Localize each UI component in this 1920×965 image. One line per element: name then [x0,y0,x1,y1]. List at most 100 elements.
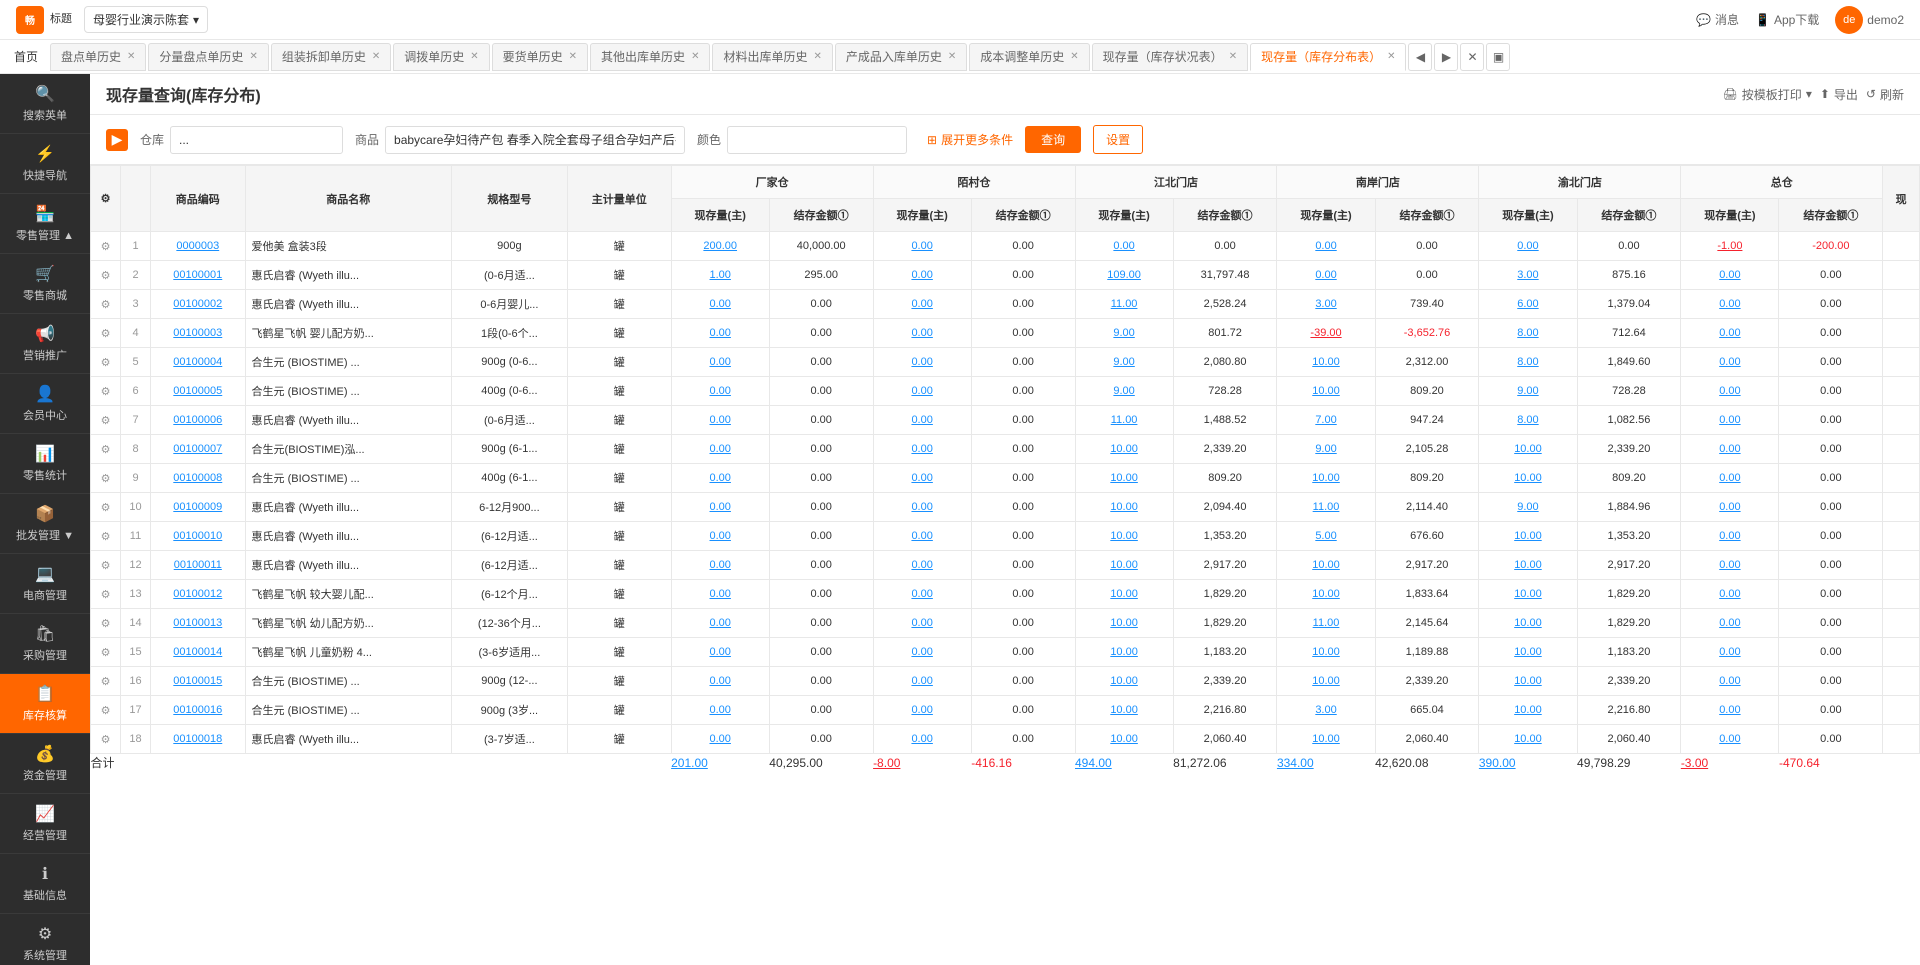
sidebar-item-member[interactable]: 👤 会员中心 [0,374,90,434]
row-gear[interactable]: ⚙ [91,290,121,319]
row-gear[interactable]: ⚙ [91,667,121,696]
summary-total-qty[interactable]: -3.00 [1681,754,1779,772]
row-mocun-qty[interactable]: 0.00 [873,667,971,696]
row-factory-qty[interactable]: 0.00 [671,290,769,319]
row-total-qty[interactable]: 0.00 [1681,493,1779,522]
export-btn[interactable]: ⬆ 导出 [1820,86,1858,103]
settings-btn[interactable]: 设置 [1093,125,1143,154]
row-yubei-qty[interactable]: 9.00 [1479,493,1577,522]
row-total-qty[interactable]: 0.00 [1681,319,1779,348]
tab-yaohuo[interactable]: 要货单历史 ✕ [492,43,588,71]
row-total-qty[interactable]: 0.00 [1681,667,1779,696]
industry-select[interactable]: 母婴行业演示陈套 ▾ [84,6,208,33]
row-mocun-qty[interactable]: 0.00 [873,638,971,667]
app-download-btn[interactable]: 📱 App下载 [1755,11,1819,28]
row-jiangbei-qty[interactable]: 10.00 [1075,522,1173,551]
row-mocun-qty[interactable]: 0.00 [873,377,971,406]
row-factory-qty[interactable]: 0.00 [671,696,769,725]
row-mocun-qty[interactable]: 0.00 [873,696,971,725]
sidebar-item-retail-stats[interactable]: 📊 零售统计 [0,434,90,494]
row-nanan-qty[interactable]: 0.00 [1277,232,1375,261]
sidebar-item-operation[interactable]: 📈 经营管理 [0,794,90,854]
row-code[interactable]: 00100006 [151,406,246,435]
row-nanan-qty[interactable]: 10.00 [1277,725,1375,754]
row-code[interactable]: 00100011 [151,551,246,580]
warehouse-input[interactable] [170,126,343,154]
row-yubei-qty[interactable]: 10.00 [1479,464,1577,493]
row-jiangbei-qty[interactable]: 10.00 [1075,725,1173,754]
close-icon[interactable]: ✕ [1387,51,1395,62]
tab-chengbentiaoz[interactable]: 成本调整单历史 ✕ [969,43,1089,71]
color-input[interactable] [727,126,907,154]
row-jiangbei-qty[interactable]: 0.00 [1075,232,1173,261]
tab-menu-btn[interactable]: ▣ [1486,43,1510,71]
row-code[interactable]: 00100018 [151,725,246,754]
row-yubei-qty[interactable]: 10.00 [1479,609,1577,638]
summary-yubei-qty[interactable]: 390.00 [1479,754,1577,772]
tab-cailiaochu[interactable]: 材料出库单历史 ✕ [712,43,832,71]
row-total-qty[interactable]: 0.00 [1681,580,1779,609]
row-mocun-qty[interactable]: 0.00 [873,464,971,493]
row-jiangbei-qty[interactable]: 10.00 [1075,464,1173,493]
sidebar-item-marketing[interactable]: 📢 营销推广 [0,314,90,374]
row-yubei-qty[interactable]: 9.00 [1479,377,1577,406]
row-mocun-qty[interactable]: 0.00 [873,551,971,580]
row-jiangbei-qty[interactable]: 10.00 [1075,638,1173,667]
row-total-qty[interactable]: 0.00 [1681,377,1779,406]
row-nanan-qty[interactable]: 10.00 [1277,638,1375,667]
row-jiangbei-qty[interactable]: 10.00 [1075,609,1173,638]
row-code[interactable]: 00100015 [151,667,246,696]
close-icon[interactable]: ✕ [569,51,577,62]
row-nanan-qty[interactable]: 7.00 [1277,406,1375,435]
row-code[interactable]: 00100005 [151,377,246,406]
row-nanan-qty[interactable]: 3.00 [1277,290,1375,319]
row-yubei-qty[interactable]: 10.00 [1479,725,1577,754]
row-nanan-qty[interactable]: 10.00 [1277,348,1375,377]
row-gear[interactable]: ⚙ [91,232,121,261]
row-code[interactable]: 00100016 [151,696,246,725]
sidebar-item-mall[interactable]: 🛒 零售商城 [0,254,90,314]
row-factory-qty[interactable]: 0.00 [671,406,769,435]
close-icon[interactable]: ✕ [372,51,380,62]
row-code[interactable]: 00100009 [151,493,246,522]
row-total-qty[interactable]: 0.00 [1681,696,1779,725]
tab-pandian[interactable]: 盘点单历史 ✕ [50,43,146,71]
row-nanan-qty[interactable]: 11.00 [1277,609,1375,638]
sidebar-item-finance[interactable]: 💰 资金管理 [0,734,90,794]
sidebar-item-nav[interactable]: ⚡ 快捷导航 [0,134,90,194]
row-factory-qty[interactable]: 0.00 [671,580,769,609]
row-jiangbei-qty[interactable]: 10.00 [1075,493,1173,522]
row-factory-qty[interactable]: 0.00 [671,667,769,696]
sidebar-item-wholesale[interactable]: 📦 批发管理 ▼ [0,494,90,554]
row-code[interactable]: 00100008 [151,464,246,493]
row-yubei-qty[interactable]: 8.00 [1479,406,1577,435]
tab-zuzhuang[interactable]: 组装拆卸单历史 ✕ [271,43,391,71]
row-jiangbei-qty[interactable]: 9.00 [1075,348,1173,377]
summary-nanan-qty[interactable]: 334.00 [1277,754,1375,772]
row-gear[interactable]: ⚙ [91,406,121,435]
row-gear[interactable]: ⚙ [91,696,121,725]
row-nanan-qty[interactable]: 11.00 [1277,493,1375,522]
row-gear[interactable]: ⚙ [91,464,121,493]
summary-mocun-qty[interactable]: -8.00 [873,754,971,772]
row-code[interactable]: 0000003 [151,232,246,261]
tab-chanchengru[interactable]: 产成品入库单历史 ✕ [835,43,967,71]
row-total-qty[interactable]: -1.00 [1681,232,1779,261]
row-factory-qty[interactable]: 0.00 [671,348,769,377]
row-total-qty[interactable]: 0.00 [1681,609,1779,638]
tab-close-all-btn[interactable]: ✕ [1460,43,1484,71]
row-factory-qty[interactable]: 200.00 [671,232,769,261]
row-code[interactable]: 00100007 [151,435,246,464]
row-jiangbei-qty[interactable]: 11.00 [1075,406,1173,435]
tab-qitachuku[interactable]: 其他出库单历史 ✕ [590,43,710,71]
tab-kucun-status[interactable]: 现存量（库存状况表） ✕ [1092,43,1248,71]
close-icon[interactable]: ✕ [470,51,478,62]
message-btn[interactable]: 💬 消息 [1696,11,1739,28]
row-jiangbei-qty[interactable]: 11.00 [1075,290,1173,319]
row-nanan-qty[interactable]: 9.00 [1277,435,1375,464]
row-factory-qty[interactable]: 0.00 [671,377,769,406]
row-nanan-qty[interactable]: -39.00 [1277,319,1375,348]
row-factory-qty[interactable]: 0.00 [671,319,769,348]
row-factory-qty[interactable]: 0.00 [671,638,769,667]
row-yubei-qty[interactable]: 8.00 [1479,348,1577,377]
